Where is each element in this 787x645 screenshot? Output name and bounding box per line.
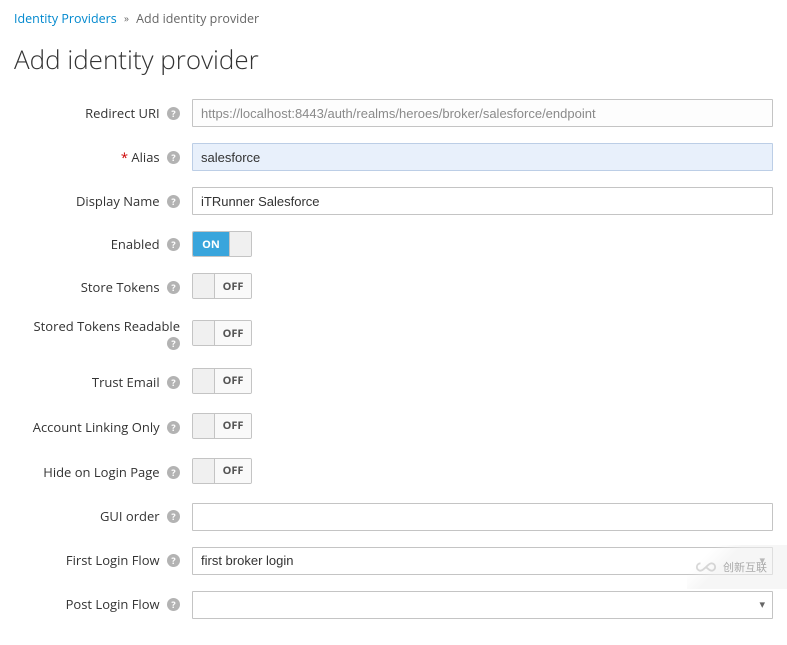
store-tokens-toggle[interactable]: OFF	[192, 273, 252, 299]
page-title: Add identity provider	[14, 41, 773, 77]
required-marker: *	[121, 148, 128, 166]
display-name-input[interactable]	[192, 187, 773, 215]
account-linking-only-toggle[interactable]: OFF	[192, 413, 252, 439]
enabled-toggle[interactable]: ON	[192, 231, 252, 257]
gui-order-label: GUI order	[100, 507, 160, 525]
trust-email-label: Trust Email	[92, 373, 160, 391]
toggle-knob	[193, 459, 215, 483]
help-icon[interactable]: ?	[167, 466, 180, 479]
toggle-knob	[193, 369, 215, 393]
help-icon[interactable]: ?	[167, 107, 180, 120]
help-icon[interactable]: ?	[167, 238, 180, 251]
hide-on-login-page-label: Hide on Login Page	[43, 463, 159, 481]
display-name-label: Display Name	[76, 192, 160, 210]
first-login-flow-label: First Login Flow	[66, 551, 160, 569]
trust-email-toggle[interactable]: OFF	[192, 368, 252, 394]
toggle-off-label: OFF	[215, 369, 251, 393]
toggle-knob	[193, 274, 215, 298]
toggle-off-label: OFF	[215, 321, 251, 345]
toggle-off-label: OFF	[215, 274, 251, 298]
help-icon[interactable]: ?	[167, 195, 180, 208]
help-icon[interactable]: ?	[167, 554, 180, 567]
help-icon[interactable]: ?	[167, 337, 180, 350]
gui-order-input[interactable]	[192, 503, 773, 531]
help-icon[interactable]: ?	[167, 151, 180, 164]
help-icon[interactable]: ?	[167, 598, 180, 611]
chevron-right-icon: »	[120, 11, 133, 25]
hide-on-login-page-toggle[interactable]: OFF	[192, 458, 252, 484]
first-login-flow-select[interactable]: first broker login	[192, 547, 773, 575]
redirect-uri-label: Redirect URI	[85, 104, 160, 122]
toggle-off-label: OFF	[215, 459, 251, 483]
post-login-flow-select[interactable]	[192, 591, 773, 619]
help-icon[interactable]: ?	[167, 376, 180, 389]
breadcrumb-parent-link[interactable]: Identity Providers	[14, 10, 117, 27]
breadcrumb-current: Add identity provider	[136, 10, 259, 27]
post-login-flow-label: Post Login Flow	[66, 595, 160, 613]
toggle-knob	[229, 232, 251, 256]
help-icon[interactable]: ?	[167, 421, 180, 434]
alias-label: Alias	[131, 148, 159, 166]
breadcrumb: Identity Providers » Add identity provid…	[14, 10, 773, 27]
help-icon[interactable]: ?	[167, 281, 180, 294]
store-tokens-label: Store Tokens	[81, 278, 160, 296]
toggle-knob	[193, 321, 215, 345]
alias-input[interactable]	[192, 143, 773, 171]
toggle-on-label: ON	[193, 232, 229, 256]
toggle-knob	[193, 414, 215, 438]
redirect-uri-input	[192, 99, 773, 127]
help-icon[interactable]: ?	[167, 510, 180, 523]
stored-tokens-readable-label: Stored Tokens Readable	[34, 317, 180, 335]
account-linking-only-label: Account Linking Only	[33, 418, 160, 436]
stored-tokens-readable-toggle[interactable]: OFF	[192, 320, 252, 346]
enabled-label: Enabled	[111, 235, 160, 253]
toggle-off-label: OFF	[215, 414, 251, 438]
